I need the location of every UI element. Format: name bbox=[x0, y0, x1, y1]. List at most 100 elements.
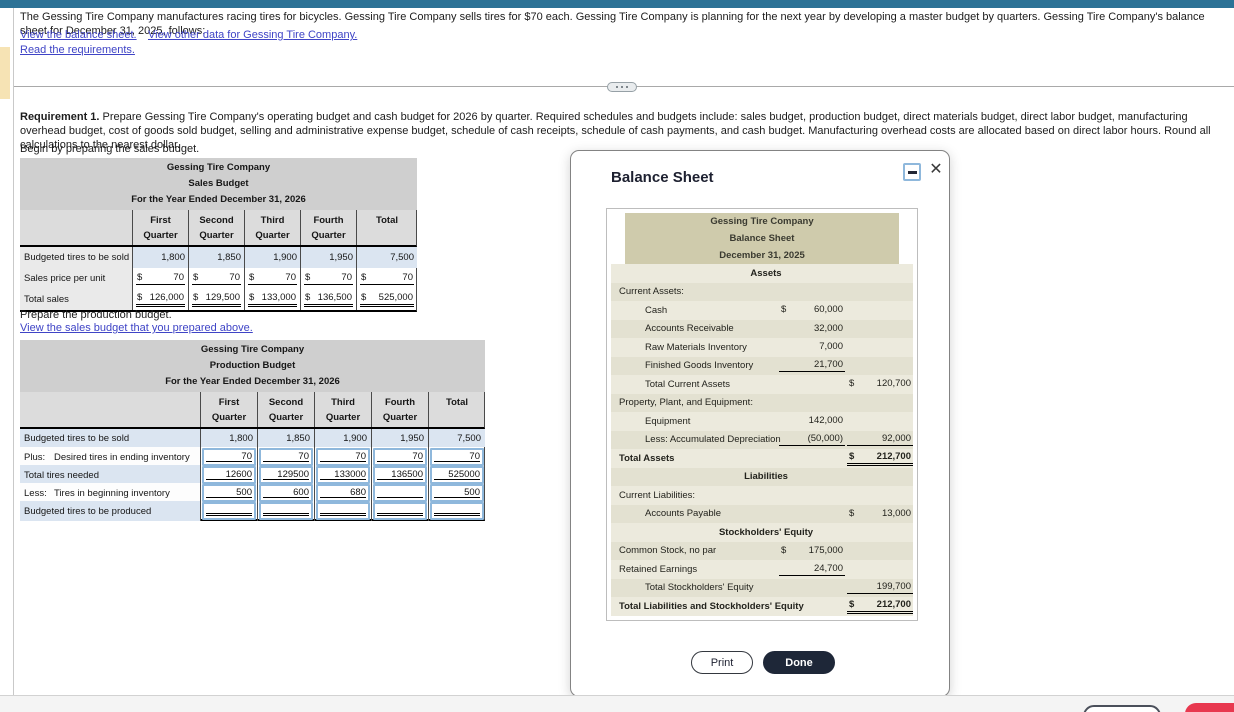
balance-sheet-amount: $212,700 bbox=[847, 451, 913, 466]
production-budget-cell bbox=[428, 447, 485, 467]
minimize-icon[interactable] bbox=[903, 163, 921, 181]
balance-sheet-label: Liabilities bbox=[744, 471, 788, 483]
budget-cell-input[interactable] bbox=[263, 469, 309, 480]
production-budget-row: Budgeted tires to be sold 1,800 1,850 1,900… bbox=[20, 429, 485, 447]
input-box bbox=[202, 448, 256, 466]
balance-sheet-modal: Balance Sheet ✕ Gessing Tire Company Bal… bbox=[570, 150, 950, 697]
balance-sheet-amount: 142,000 bbox=[779, 415, 845, 427]
budget-cell-input[interactable] bbox=[434, 469, 480, 480]
amount-value: (50,000) bbox=[807, 433, 843, 445]
budget-cell-input[interactable] bbox=[206, 505, 252, 516]
sales-budget-row: Sales price per unit $70 $70 $70 $70 $70 bbox=[20, 268, 416, 289]
production-budget-cell bbox=[371, 447, 428, 467]
balance-sheet-row: Less: Accumulated Depreciation (50,000) 92… bbox=[611, 430, 913, 449]
view-sales-budget-link[interactable]: View the sales budget that you prepared … bbox=[20, 322, 253, 334]
budget-cell-input[interactable] bbox=[206, 487, 252, 498]
budget-cell-input[interactable] bbox=[434, 451, 480, 462]
budget-cell-input[interactable] bbox=[377, 469, 423, 480]
balance-sheet-section-header: Stockholders' Equity bbox=[611, 523, 913, 542]
done-button[interactable]: Done bbox=[763, 651, 835, 674]
column-header: Third Quarter bbox=[244, 210, 300, 245]
production-budget-header-row: First Quarter Second Quarter Third Quarter Fou… bbox=[20, 392, 485, 429]
column-header: Total bbox=[428, 392, 485, 427]
column-header-line: Total bbox=[376, 215, 398, 226]
balance-sheet-amount: $175,000 bbox=[779, 545, 845, 557]
balance-sheet-label: Current Assets: bbox=[619, 286, 684, 298]
input-box bbox=[316, 484, 370, 502]
sales-budget-cell: $70 bbox=[244, 268, 300, 289]
dollar-sign: $ bbox=[249, 272, 255, 283]
budget-cell-input[interactable] bbox=[377, 451, 423, 462]
column-header: Second Quarter bbox=[188, 210, 244, 245]
column-header-line: Quarter bbox=[268, 412, 304, 423]
close-icon[interactable]: ✕ bbox=[927, 160, 945, 178]
budget-cell-input[interactable] bbox=[263, 487, 309, 498]
production-budget-cell: 1,850 bbox=[257, 429, 314, 447]
budget-cell-input[interactable] bbox=[320, 487, 366, 498]
amount-value: 120,700 bbox=[876, 378, 911, 390]
balance-sheet-row: Retained Earnings 24,700 bbox=[611, 560, 913, 579]
balance-sheet-row: Equipment 142,000 bbox=[611, 412, 913, 431]
view-other-data-link[interactable]: View other data for Gessing Tire Company… bbox=[148, 29, 357, 41]
budget-cell-input[interactable] bbox=[320, 469, 366, 480]
balance-sheet-amount: 21,700 bbox=[779, 359, 845, 373]
production-budget-title: Gessing Tire Company Production Budget F… bbox=[20, 340, 485, 392]
budget-cell-input[interactable] bbox=[263, 505, 309, 516]
row-label: Total tires needed bbox=[20, 465, 200, 485]
balance-sheet-amount: $13,000 bbox=[847, 508, 913, 520]
amount-value: 212,700 bbox=[876, 598, 911, 610]
production-budget-cell bbox=[371, 465, 428, 485]
dollar-sign: $ bbox=[849, 450, 855, 462]
print-button[interactable]: Print bbox=[691, 651, 753, 674]
budget-cell-input[interactable] bbox=[263, 451, 309, 462]
column-header-line: Second bbox=[268, 397, 304, 408]
production-budget-cell bbox=[428, 465, 485, 485]
read-requirements-link[interactable]: Read the requirements. bbox=[20, 44, 135, 56]
requirement-paragraph: Requirement 1. Prepare Gessing Tire Comp… bbox=[20, 110, 1216, 152]
dollar-sign: $ bbox=[849, 507, 855, 519]
budget-cell-input[interactable] bbox=[377, 487, 423, 498]
money-value: $525,000 bbox=[360, 292, 414, 307]
production-budget-cell bbox=[200, 501, 257, 521]
budget-cell-input[interactable] bbox=[320, 505, 366, 516]
amount-value: 142,000 bbox=[808, 415, 843, 427]
footer-bar bbox=[0, 695, 1234, 712]
budget-cell-input[interactable] bbox=[377, 505, 423, 516]
money-value: $129,500 bbox=[192, 292, 241, 307]
sales-budget-row: Budgeted tires to be sold 1,800 1,850 1,900… bbox=[20, 247, 417, 268]
budget-cell-input[interactable] bbox=[434, 505, 480, 516]
budget-cell-input[interactable] bbox=[320, 451, 366, 462]
budget-cell-input[interactable] bbox=[434, 487, 480, 498]
input-box bbox=[259, 448, 313, 466]
production-budget-cell bbox=[200, 483, 257, 503]
row-label-text: Total tires needed bbox=[24, 469, 99, 481]
production-budget-cell bbox=[428, 501, 485, 521]
requirement-label: Requirement 1. bbox=[20, 111, 100, 123]
production-budget-prompt: Prepare the production budget. bbox=[20, 309, 172, 321]
row-label-text: Tires in beginning inventory bbox=[54, 487, 170, 499]
balance-sheet-section-header: Liabilities bbox=[611, 467, 913, 486]
top-accent-bar bbox=[0, 0, 1234, 8]
budget-cell-input[interactable] bbox=[206, 469, 252, 480]
footer-secondary-button[interactable] bbox=[1083, 705, 1161, 712]
view-balance-sheet-link[interactable]: View the balance sheet. bbox=[20, 29, 137, 41]
row-label: Budgeted tires to be sold bbox=[20, 429, 200, 447]
input-box bbox=[430, 466, 484, 484]
divider-drag-handle[interactable] bbox=[607, 82, 637, 92]
budget-cell-input[interactable] bbox=[206, 451, 252, 462]
column-header: Fourth Quarter bbox=[300, 210, 356, 245]
dollar-sign: $ bbox=[305, 292, 311, 303]
column-header-spacer bbox=[20, 392, 200, 427]
balance-sheet-row: Total Current Assets $120,700 bbox=[611, 375, 913, 394]
production-budget-row: Plus: Desired tires in ending inventory bbox=[20, 447, 485, 467]
balance-sheet-amount: 92,000 bbox=[847, 433, 913, 447]
footer-primary-button[interactable] bbox=[1185, 703, 1234, 712]
balance-sheet-row: Total Liabilities and Stockholders' Equi… bbox=[611, 597, 913, 616]
row-prefix: Plus: bbox=[24, 451, 46, 463]
sales-budget-table: Gessing Tire Company Sales Budget For th… bbox=[20, 158, 417, 312]
input-box bbox=[430, 448, 484, 466]
sales-budget-title: Gessing Tire Company Sales Budget For th… bbox=[20, 158, 417, 210]
left-rail-tab[interactable] bbox=[0, 47, 10, 99]
balance-sheet-card: Gessing Tire Company Balance Sheet Decem… bbox=[606, 208, 918, 621]
input-box bbox=[430, 484, 484, 502]
